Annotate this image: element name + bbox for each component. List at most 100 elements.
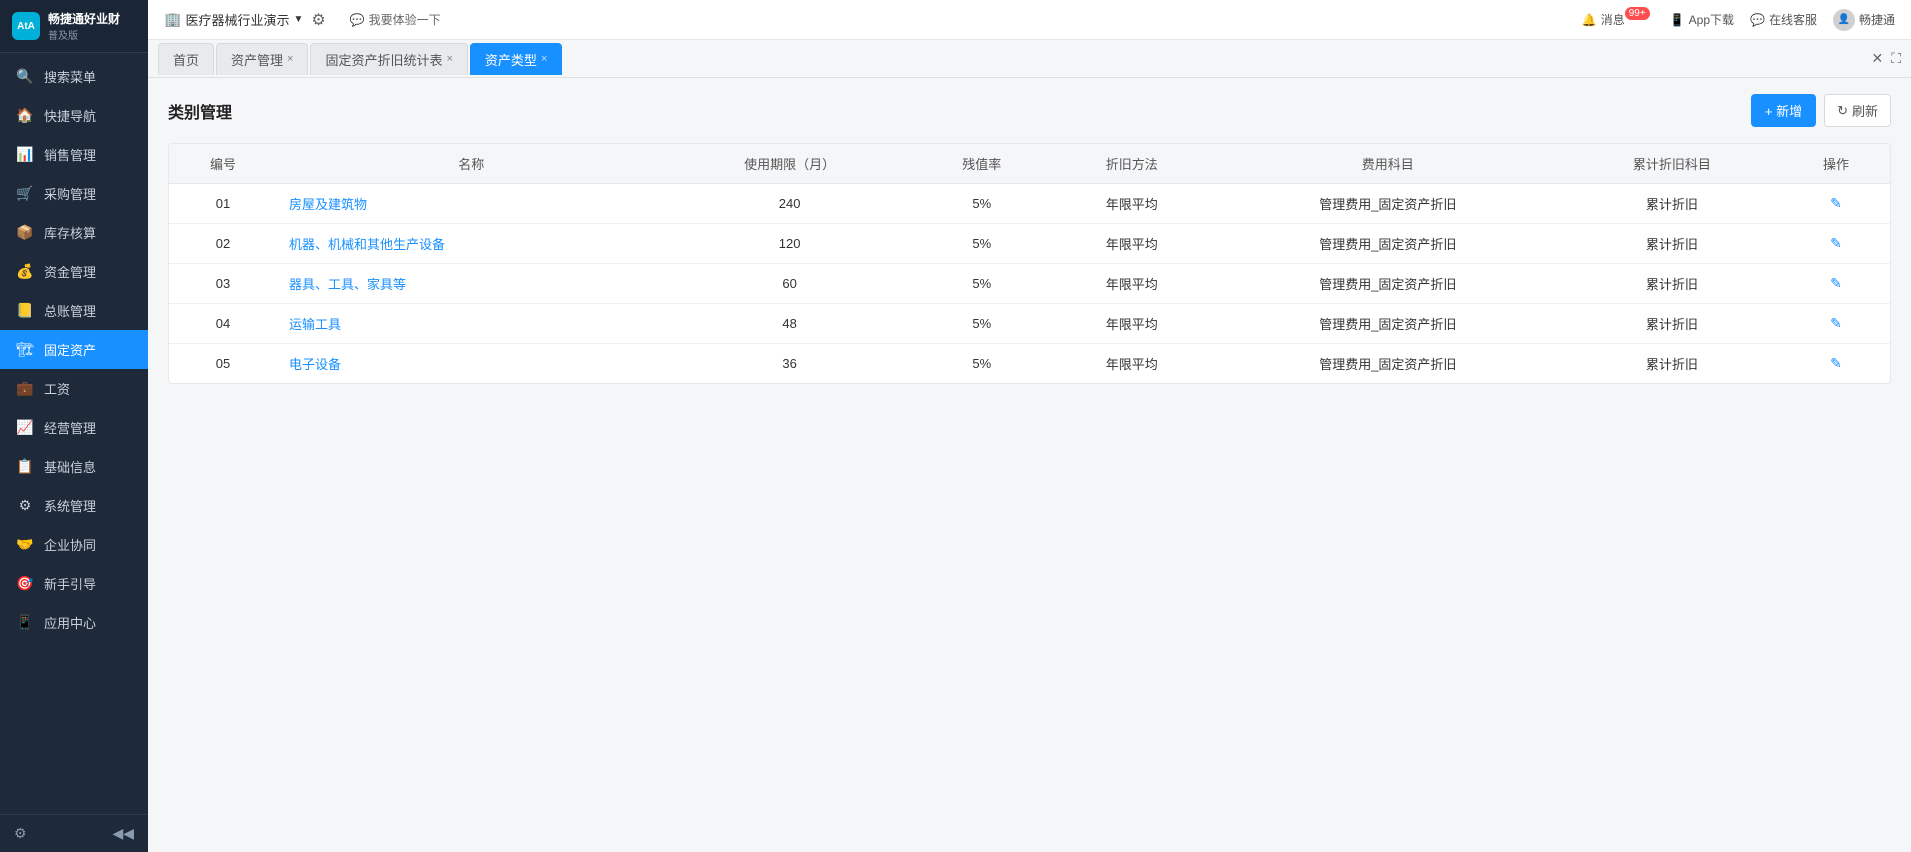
sidebar-item-ledger[interactable]: 📒 总账管理: [0, 291, 148, 330]
cell-action[interactable]: ✎: [1782, 304, 1890, 344]
sidebar-item-app-center[interactable]: 📱 应用中心: [0, 603, 148, 642]
new-button[interactable]: + 新增: [1751, 94, 1816, 127]
cell-period: 60: [666, 264, 914, 304]
sidebar-item-basic-info[interactable]: 📋 基础信息: [0, 447, 148, 486]
cell-residual: 5%: [914, 264, 1050, 304]
table-body: 01 房屋及建筑物 240 5% 年限平均 管理费用_固定资产折旧 累计折旧 ✎…: [169, 184, 1890, 384]
col-费用科目: 费用科目: [1214, 144, 1562, 184]
cell-period: 36: [666, 344, 914, 384]
app-download-button[interactable]: 📱 App下载: [1670, 11, 1734, 28]
edit-icon[interactable]: ✎: [1830, 235, 1842, 251]
sidebar-item-payroll[interactable]: 💼 工资: [0, 369, 148, 408]
col-使用期限（月）: 使用期限（月）: [666, 144, 914, 184]
table-row: 02 机器、机械和其他生产设备 120 5% 年限平均 管理费用_固定资产折旧 …: [169, 224, 1890, 264]
collapse-icon[interactable]: ◀◀: [112, 825, 134, 842]
edit-icon[interactable]: ✎: [1830, 195, 1842, 211]
sidebar-item-purchase[interactable]: 🛒 采购管理: [0, 174, 148, 213]
online-service-button[interactable]: 💬 在线客服: [1750, 11, 1817, 28]
guide-icon: 🎯: [16, 575, 34, 593]
cell-action[interactable]: ✎: [1782, 344, 1890, 384]
cell-action[interactable]: ✎: [1782, 264, 1890, 304]
edit-icon[interactable]: ✎: [1830, 315, 1842, 331]
tab-资产管理[interactable]: 资产管理×: [216, 43, 308, 75]
sidebar-item-system[interactable]: ⚙ 系统管理: [0, 486, 148, 525]
edit-icon[interactable]: ✎: [1830, 275, 1842, 291]
company-selector[interactable]: 🏢 医疗器械行业演示 ▼: [164, 10, 303, 29]
cell-action[interactable]: ✎: [1782, 224, 1890, 264]
cell-expense: 管理费用_固定资产折旧: [1214, 224, 1562, 264]
service-label: 在线客服: [1769, 11, 1817, 28]
tab-资产类型[interactable]: 资产类型×: [470, 43, 562, 75]
app-download-icon: 📱: [1670, 13, 1685, 27]
sidebar-item-funds[interactable]: 💰 资金管理: [0, 252, 148, 291]
tab-固定资产折旧统计表[interactable]: 固定资产折旧统计表 ×: [310, 43, 467, 75]
enterprise-icon: 🤝: [16, 536, 34, 554]
data-table-container: 编号名称使用期限（月）残值率折旧方法费用科目累计折旧科目操作 01 房屋及建筑物…: [168, 143, 1891, 384]
maximize-icon[interactable]: ⛶: [1891, 50, 1901, 67]
sidebar-header: AtA 畅捷通好业财 普及版: [0, 0, 148, 53]
sidebar-item-enterprise[interactable]: 🤝 企业协同: [0, 525, 148, 564]
sidebar-item-label-system: 系统管理: [44, 496, 96, 515]
sidebar-item-inventory[interactable]: 📦 库存核算: [0, 213, 148, 252]
company-icon: 🏢: [164, 11, 181, 28]
cell-residual: 5%: [914, 304, 1050, 344]
col-编号: 编号: [169, 144, 277, 184]
quick-nav-icon: 🏠: [16, 107, 34, 125]
sidebar-item-sales[interactable]: 📊 销售管理: [0, 135, 148, 174]
search-icon: 🔍: [16, 68, 34, 86]
edit-icon[interactable]: ✎: [1830, 355, 1842, 371]
cell-name[interactable]: 运输工具: [277, 304, 666, 344]
cell-method: 年限平均: [1050, 264, 1214, 304]
table-header-row: 编号名称使用期限（月）残值率折旧方法费用科目累计折旧科目操作: [169, 144, 1890, 184]
tab-close-icon[interactable]: ×: [541, 53, 547, 65]
cell-action[interactable]: ✎: [1782, 184, 1890, 224]
topbar-left: 🏢 医疗器械行业演示 ▼ ⚙ 💬 我要体验一下: [164, 10, 441, 30]
cell-name[interactable]: 电子设备: [277, 344, 666, 384]
cell-name[interactable]: 房屋及建筑物: [277, 184, 666, 224]
close-window-icon[interactable]: ✕: [1871, 50, 1883, 67]
cell-period: 120: [666, 224, 914, 264]
content-area: 类别管理 + 新增 ↻ 刷新 编号名称使用期限（月）残值率折旧方法费用科目累计折…: [148, 78, 1911, 852]
app-center-icon: 📱: [16, 614, 34, 632]
cell-code: 02: [169, 224, 277, 264]
feedback-button[interactable]: 💬 我要体验一下: [350, 11, 441, 28]
topbar-right: 🔔 消息 99+ 📱 App下载 💬 在线客服 👤 畅捷通: [1582, 9, 1895, 31]
sidebar-item-label-guide: 新手引导: [44, 574, 96, 593]
company-dropdown-icon: ▼: [293, 14, 303, 25]
sidebar-item-search[interactable]: 🔍 搜索菜单: [0, 57, 148, 96]
sidebar-item-label-funds: 资金管理: [44, 262, 96, 281]
sidebar-item-label-fixed-assets: 固定资产: [44, 340, 96, 359]
refresh-button[interactable]: ↻ 刷新: [1824, 94, 1891, 127]
sidebar-item-label-inventory: 库存核算: [44, 223, 96, 242]
company-name: 医疗器械行业演示: [185, 10, 289, 29]
sidebar-footer: ⚙ ◀◀: [0, 814, 148, 852]
notification-button[interactable]: 🔔 消息 99+: [1582, 11, 1654, 28]
sidebar-item-fixed-assets[interactable]: 🏗 固定资产: [0, 330, 148, 369]
page-title: 类别管理: [168, 99, 232, 123]
sidebar-item-label-sales: 销售管理: [44, 145, 96, 164]
sidebar-item-quick-nav[interactable]: 🏠 快捷导航: [0, 96, 148, 135]
feedback-icon: 💬: [350, 13, 365, 27]
cell-name[interactable]: 器具、工具、家具等: [277, 264, 666, 304]
cell-expense: 管理费用_固定资产折旧: [1214, 304, 1562, 344]
sidebar-item-guide[interactable]: 🎯 新手引导: [0, 564, 148, 603]
ledger-icon: 📒: [16, 302, 34, 320]
cell-name[interactable]: 机器、机械和其他生产设备: [277, 224, 666, 264]
page-actions: + 新增 ↻ 刷新: [1751, 94, 1891, 127]
purchase-icon: 🛒: [16, 185, 34, 203]
category-table: 编号名称使用期限（月）残值率折旧方法费用科目累计折旧科目操作 01 房屋及建筑物…: [169, 144, 1890, 383]
inventory-icon: 📦: [16, 224, 34, 242]
tab-close-icon[interactable]: ×: [287, 53, 293, 65]
user-menu[interactable]: 👤 畅捷通: [1833, 9, 1895, 31]
system-icon: ⚙: [16, 497, 34, 515]
tab-label: 固定资产折旧统计表: [325, 50, 442, 69]
sidebar-item-label-search: 搜索菜单: [44, 67, 96, 86]
sidebar-item-label-operations: 经营管理: [44, 418, 96, 437]
topbar-settings-icon[interactable]: ⚙: [311, 10, 325, 30]
tab-close-icon[interactable]: ×: [446, 53, 452, 65]
settings-footer-icon[interactable]: ⚙: [14, 825, 27, 842]
cell-residual: 5%: [914, 184, 1050, 224]
sales-icon: 📊: [16, 146, 34, 164]
sidebar-item-operations[interactable]: 📈 经营管理: [0, 408, 148, 447]
tab-首页[interactable]: 首页: [158, 43, 214, 75]
